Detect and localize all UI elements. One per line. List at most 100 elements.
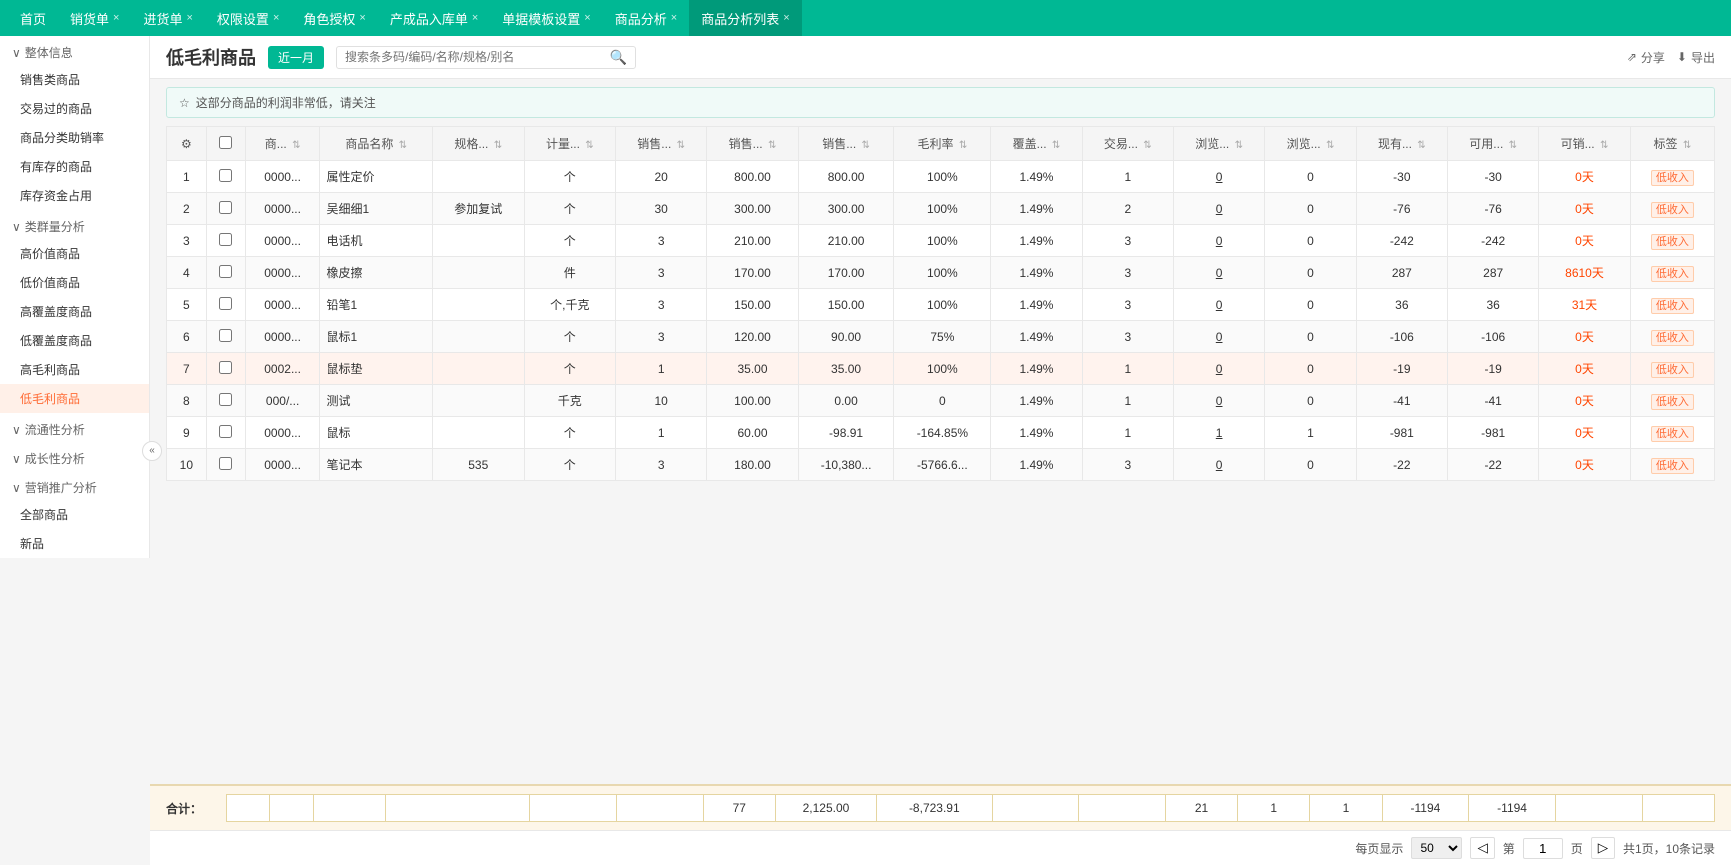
row-checkbox-input[interactable] [219, 457, 232, 470]
search-input[interactable] [345, 50, 610, 64]
row-browse1-link[interactable]: 0 [1216, 330, 1223, 344]
row-browse1-link[interactable]: 1 [1216, 426, 1223, 440]
sidebar-item-高价值商品[interactable]: 高价值商品 [0, 239, 149, 268]
row-browse1-link[interactable]: 0 [1216, 202, 1223, 216]
prev-page-button[interactable]: ◁ [1470, 837, 1494, 859]
select-all-checkbox[interactable] [219, 136, 232, 149]
nav-close-icon[interactable]: × [186, 12, 192, 24]
sidebar-item-低覆盖度商品[interactable]: 低覆盖度商品 [0, 326, 149, 355]
search-icon[interactable]: 🔍 [610, 49, 627, 66]
row-code: 0000... [245, 449, 320, 481]
col-tag[interactable]: 标签 ⇅ [1630, 127, 1714, 161]
row-browse1-link[interactable]: 0 [1216, 234, 1223, 248]
row-checkbox[interactable] [206, 225, 245, 257]
nav-close-icon[interactable]: × [472, 12, 478, 24]
sidebar-collapse-button[interactable]: « [142, 441, 162, 461]
nav-item-产成品入库单[interactable]: 产成品入库单× [378, 0, 490, 36]
row-browse1-link[interactable]: 0 [1216, 458, 1223, 472]
row-browse1-link[interactable]: 0 [1216, 298, 1223, 312]
row-checkbox[interactable] [206, 257, 245, 289]
row-checkbox[interactable] [206, 321, 245, 353]
nav-close-icon[interactable]: × [359, 12, 365, 24]
row-checkbox-input[interactable] [219, 329, 232, 342]
nav-item-商品分析[interactable]: 商品分析× [603, 0, 689, 36]
row-checkbox-input[interactable] [219, 169, 232, 182]
col-sales-price[interactable]: 销售... ⇅ [707, 127, 798, 161]
sidebar-item-新品[interactable]: 新品 [0, 529, 149, 558]
col-browse2[interactable]: 浏览... ⇅ [1265, 127, 1356, 161]
row-checkbox-input[interactable] [219, 425, 232, 438]
col-coverage[interactable]: 覆盖... ⇅ [991, 127, 1082, 161]
col-browse1[interactable]: 浏览... ⇅ [1173, 127, 1264, 161]
sidebar-item-全部商品[interactable]: 全部商品 [0, 500, 149, 529]
row-checkbox[interactable] [206, 193, 245, 225]
sidebar-item-销售类商品[interactable]: 销售类商品 [0, 65, 149, 94]
per-page-select[interactable]: 50 100 200 [1411, 837, 1462, 859]
nav-item-销货单[interactable]: 销货单× [58, 0, 131, 36]
col-unit[interactable]: 计量... ⇅ [524, 127, 615, 161]
sidebar-item-商品分类助销率[interactable]: 商品分类助销率 [0, 123, 149, 152]
period-button[interactable]: 近一月 [268, 46, 324, 69]
row-checkbox-input[interactable] [219, 233, 232, 246]
row-sales-amount: 170.00 [798, 257, 894, 289]
row-checkbox[interactable] [206, 417, 245, 449]
sidebar-item-低价值商品[interactable]: 低价值商品 [0, 268, 149, 297]
col-trade[interactable]: 交易... ⇅ [1082, 127, 1173, 161]
nav-close-icon[interactable]: × [273, 12, 279, 24]
col-name[interactable]: 商品名称 ⇅ [320, 127, 432, 161]
nav-close-icon[interactable]: × [671, 12, 677, 24]
col-code[interactable]: 商... ⇅ [245, 127, 320, 161]
row-checkbox[interactable] [206, 449, 245, 481]
row-checkbox-input[interactable] [219, 361, 232, 374]
row-checkbox-input[interactable] [219, 297, 232, 310]
sidebar-item-低毛利商品[interactable]: 低毛利商品 [0, 384, 149, 413]
nav-item-角色授权[interactable]: 角色授权× [291, 0, 377, 36]
row-checkbox-input[interactable] [219, 265, 232, 278]
row-spec: 参加复试 [432, 193, 524, 225]
row-browse1: 0 [1173, 321, 1264, 353]
col-sales-qty[interactable]: 销售... ⇅ [615, 127, 706, 161]
nav-item-单据模板设置[interactable]: 单据模板设置× [490, 0, 602, 36]
row-browse1-link[interactable]: 0 [1216, 362, 1223, 376]
sidebar-item-高毛利商品[interactable]: 高毛利商品 [0, 355, 149, 384]
row-checkbox[interactable] [206, 289, 245, 321]
sidebar-item-库存资金占用[interactable]: 库存资金占用 [0, 181, 149, 210]
export-button[interactable]: ⬇ 导出 [1677, 49, 1715, 66]
sidebar-item-有库存的商品[interactable]: 有库存的商品 [0, 152, 149, 181]
nav-close-icon[interactable]: × [113, 12, 119, 24]
nav-item-首页[interactable]: 首页 [8, 0, 58, 36]
row-browse1-link[interactable]: 0 [1216, 394, 1223, 408]
nav-close-icon[interactable]: × [783, 12, 789, 24]
col-sales-amount[interactable]: 销售... ⇅ [798, 127, 894, 161]
row-checkbox[interactable] [206, 161, 245, 193]
row-number: 4 [167, 257, 207, 289]
total-cell [227, 795, 270, 822]
nav-item-权限设置[interactable]: 权限设置× [205, 0, 291, 36]
row-checkbox[interactable] [206, 385, 245, 417]
row-coverage: 1.49% [991, 353, 1082, 385]
row-browse2: 0 [1265, 161, 1356, 193]
nav-item-商品分析列表[interactable]: 商品分析列表× [689, 0, 801, 36]
col-gross-margin[interactable]: 毛利率 ⇅ [894, 127, 991, 161]
next-page-button[interactable]: ▷ [1591, 837, 1615, 859]
checkbox-col[interactable] [206, 127, 245, 161]
share-button[interactable]: ⇗ 分享 [1627, 49, 1665, 66]
col-sellable-days[interactable]: 可销... ⇅ [1539, 127, 1630, 161]
row-checkbox-input[interactable] [219, 393, 232, 406]
row-checkbox[interactable] [206, 353, 245, 385]
page-number-input[interactable] [1523, 838, 1563, 859]
nav-close-icon[interactable]: × [584, 12, 590, 24]
row-browse1-link[interactable]: 0 [1216, 266, 1223, 280]
row-tag: 低收入 [1630, 417, 1714, 449]
sidebar-item-高覆盖度商品[interactable]: 高覆盖度商品 [0, 297, 149, 326]
sidebar-item-交易过的商品[interactable]: 交易过的商品 [0, 94, 149, 123]
settings-col[interactable]: ⚙ [167, 127, 207, 161]
row-browse1-link[interactable]: 0 [1216, 170, 1223, 184]
col-current-stock[interactable]: 现有... ⇅ [1356, 127, 1447, 161]
row-checkbox-input[interactable] [219, 201, 232, 214]
row-sales-qty: 30 [615, 193, 706, 225]
col-spec[interactable]: 规格... ⇅ [432, 127, 524, 161]
row-current-stock: -242 [1356, 225, 1447, 257]
nav-item-进货单[interactable]: 进货单× [131, 0, 204, 36]
col-available-stock[interactable]: 可用... ⇅ [1448, 127, 1539, 161]
